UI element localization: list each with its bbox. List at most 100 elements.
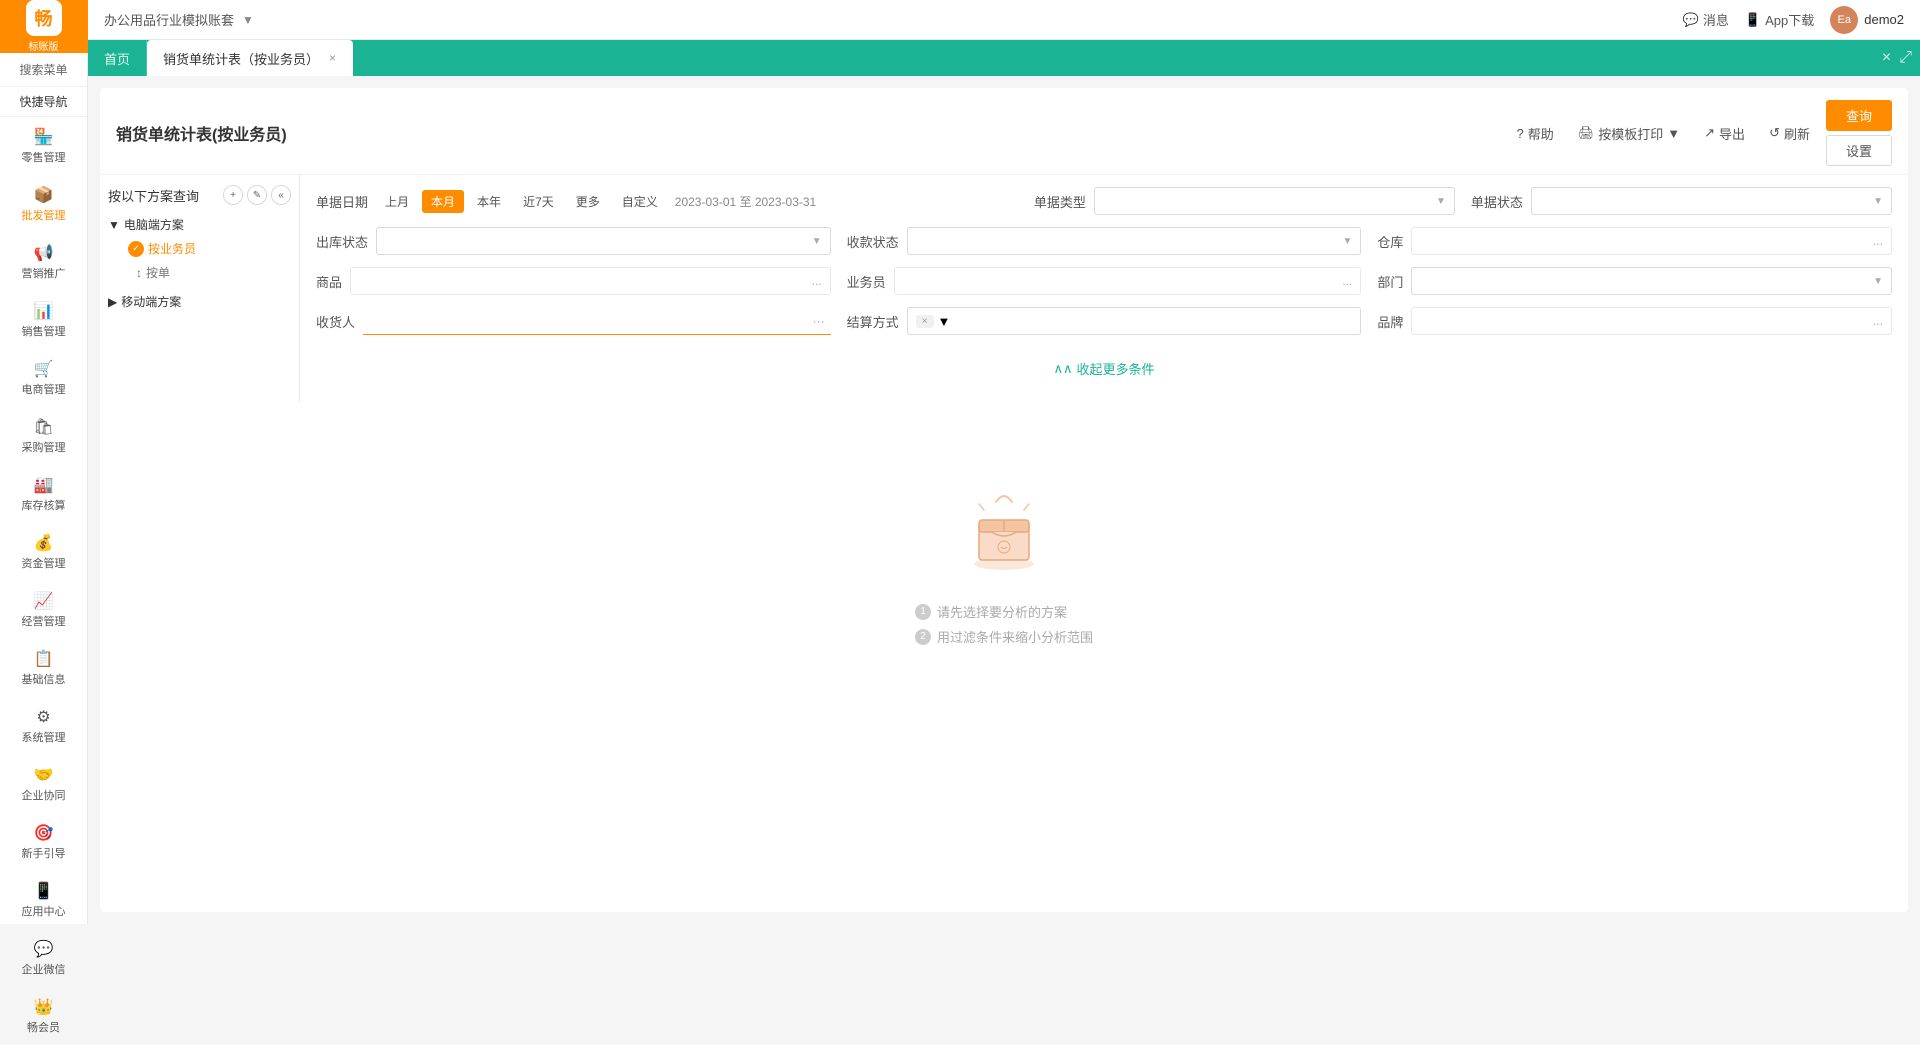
staff-control[interactable]: ... xyxy=(894,267,1362,295)
refresh-label: 刷新 xyxy=(1784,124,1810,143)
sidebar-item-apps-label: 应用中心 xyxy=(22,903,66,919)
date-this-year[interactable]: 本年 xyxy=(468,190,510,213)
sidebar-item-operation[interactable]: 📈 经营管理 xyxy=(0,581,87,639)
receiver-label: 收货人 xyxy=(316,312,355,331)
query-button[interactable]: 查询 xyxy=(1826,100,1892,131)
tab-home[interactable]: 首页 xyxy=(88,40,147,76)
scheme-section-desktop-title[interactable]: ▼ 电脑端方案 xyxy=(108,213,291,236)
filter-pay-status: 收款状态 ▼ xyxy=(847,227,1362,255)
sidebar-item-apps[interactable]: 📱 应用中心 xyxy=(0,871,87,929)
app-label: App下载 xyxy=(1765,10,1814,29)
tab-close-icon[interactable]: × xyxy=(329,51,336,65)
sidebar-item-sales[interactable]: 📊 销售管理 xyxy=(0,291,87,349)
collapse-section: ∧∧ 收起更多条件 xyxy=(316,347,1892,390)
topbar-app-download[interactable]: 📱 App下载 xyxy=(1745,10,1814,29)
scheme-item-by-staff[interactable]: ✓ 按业务员 xyxy=(108,236,291,261)
finance-icon: 💰 xyxy=(34,533,54,553)
help-button[interactable]: ? 帮助 xyxy=(1508,120,1561,147)
topbar: 办公用品行业模拟账套 ▼ 💬 消息 📱 App下载 Ea demo2 xyxy=(88,0,1920,40)
settlement-tag-close[interactable]: × xyxy=(922,316,928,327)
brand-label: 品牌 xyxy=(1377,312,1403,331)
filter-row-2: 出库状态 ▼ 收款状态 ▼ xyxy=(316,227,1892,255)
filter-brand: 品牌 ... xyxy=(1377,307,1892,335)
topbar-message[interactable]: 💬 消息 xyxy=(1683,10,1729,29)
doc-status-select[interactable]: ▼ xyxy=(1531,187,1892,215)
warehouse-label: 仓库 xyxy=(1377,232,1403,251)
sales-icon: 📊 xyxy=(34,301,54,321)
date-last-7[interactable]: 近7天 xyxy=(514,190,563,213)
scheme-section-mobile-title[interactable]: ▶ 移动端方案 xyxy=(108,290,291,313)
staff-label: 业务员 xyxy=(847,272,886,291)
scheme-collapse-btn[interactable]: « xyxy=(271,185,291,205)
sort-icon: ↕ xyxy=(136,266,142,280)
product-label: 商品 xyxy=(316,272,342,291)
avatar: Ea xyxy=(1830,6,1858,34)
sidebar-item-finance[interactable]: 💰 资金管理 xyxy=(0,523,87,581)
sidebar-item-newbie[interactable]: 🎯 新手引导 xyxy=(0,813,87,871)
sidebar-item-ecom[interactable]: 🛒 电商管理 xyxy=(0,349,87,407)
dept-select[interactable]: ▼ xyxy=(1411,267,1892,295)
topbar-right: 💬 消息 📱 App下载 Ea demo2 xyxy=(1683,6,1904,34)
username: demo2 xyxy=(1864,12,1904,27)
brand-control[interactable]: ... xyxy=(1411,307,1892,335)
sidebar-item-purchase[interactable]: 🛍 采购管理 xyxy=(0,407,87,465)
settings-button[interactable]: 设置 xyxy=(1826,135,1892,166)
collapse-button[interactable]: ∧∧ 收起更多条件 xyxy=(1053,355,1154,382)
operation-icon: 📈 xyxy=(34,591,54,611)
sidebar-logo: 畅 标账版 xyxy=(0,0,88,53)
sidebar-item-base[interactable]: 📋 基础信息 xyxy=(0,639,87,697)
pay-status-select[interactable]: ▼ xyxy=(907,227,1362,255)
product-control[interactable]: ... xyxy=(350,267,831,295)
date-last-month[interactable]: 上月 xyxy=(376,190,418,213)
marketing-icon: 📢 xyxy=(34,243,54,263)
scheme-add-btn[interactable]: + xyxy=(223,185,243,205)
export-button[interactable]: ↗ 导出 xyxy=(1696,120,1753,147)
purchase-icon: 🛍 xyxy=(33,417,53,437)
filter-date: 单据日期 上月 本月 本年 近7天 更多 自定义 2023-03-01 至 20… xyxy=(316,190,1018,213)
sidebar-item-wholesale[interactable]: 📦 批发管理 xyxy=(0,175,87,233)
sidebar-item-corp[interactable]: 🤝 企业协同 xyxy=(0,755,87,813)
sidebar-item-retail[interactable]: 🏪 零售管理 xyxy=(0,117,87,175)
date-custom[interactable]: 自定义 xyxy=(613,190,667,213)
out-status-select[interactable]: ▼ xyxy=(376,227,831,255)
sidebar-item-inventory[interactable]: 🏭 库存核算 xyxy=(0,465,87,523)
filter-dept: 部门 ▼ xyxy=(1377,267,1892,295)
tab-expand-btn[interactable]: ⤢ xyxy=(1899,49,1912,67)
sidebar-item-system[interactable]: ⚙ 系统管理 xyxy=(0,697,87,755)
logo-icon: 畅 xyxy=(26,0,62,36)
doc-type-select[interactable]: ▼ xyxy=(1094,187,1455,215)
sidebar: 畅 标账版 搜索菜单 快捷导航 🏪 零售管理 📦 批发管理 📢 营销推广 📊 销… xyxy=(0,0,88,924)
quick-nav-label: 快捷导航 xyxy=(19,95,67,109)
sidebar-item-marketing[interactable]: 📢 营销推广 xyxy=(0,233,87,291)
sidebar-item-member[interactable]: 👑 畅会员 xyxy=(0,987,87,1045)
date-more[interactable]: 更多 xyxy=(567,190,609,213)
doc-status-label: 单据状态 xyxy=(1471,192,1523,211)
filter-product: 商品 ... xyxy=(316,267,831,295)
scheme-panel-header: 按以下方案查询 + ✎ « xyxy=(108,185,291,205)
message-icon: 💬 xyxy=(1683,12,1699,28)
refresh-button[interactable]: ↺ 刷新 xyxy=(1761,120,1818,147)
print-label: 按模板打印 xyxy=(1598,124,1663,143)
tab-close-btn[interactable]: × xyxy=(1882,49,1891,67)
scheme-mobile-label: 移动端方案 xyxy=(121,293,181,310)
empty-tip-1: 1 请先选择要分析的方案 xyxy=(915,602,1093,621)
search-menu-label[interactable]: 搜索菜单 xyxy=(19,63,67,77)
chevron-down-icon: ▼ xyxy=(108,218,120,232)
topbar-dropdown[interactable]: ▼ xyxy=(242,13,254,27)
settlement-control[interactable]: × ▼ xyxy=(907,307,1362,335)
tab-sales-stat[interactable]: 销货单统计表（按业务员） × xyxy=(147,40,353,76)
sidebar-item-wechat[interactable]: 💬 企业微信 xyxy=(0,929,87,987)
scheme-item-by-order[interactable]: ↕ 按单 xyxy=(108,261,291,284)
product-dots: ... xyxy=(812,274,822,288)
sidebar-search[interactable]: 搜索菜单 xyxy=(0,53,87,87)
receiver-input[interactable] xyxy=(363,307,831,335)
tip-num-1: 1 xyxy=(915,604,931,620)
date-this-month[interactable]: 本月 xyxy=(422,190,464,213)
sidebar-item-newbie-label: 新手引导 xyxy=(22,845,66,861)
warehouse-control[interactable]: ... xyxy=(1411,227,1892,255)
print-button[interactable]: 🖨 按模板打印 ▼ xyxy=(1570,120,1688,147)
scheme-edit-btn[interactable]: ✎ xyxy=(247,185,267,205)
message-label: 消息 xyxy=(1703,10,1729,29)
topbar-user[interactable]: Ea demo2 xyxy=(1830,6,1904,34)
scheme-item-by-staff-label: 按业务员 xyxy=(148,240,196,257)
